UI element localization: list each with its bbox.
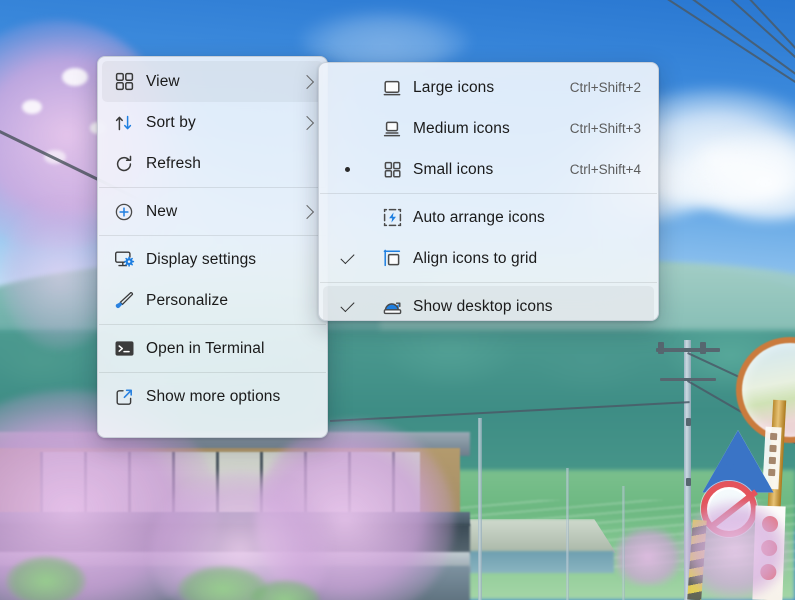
chevron-right-icon xyxy=(300,74,314,88)
grid-icon xyxy=(102,61,146,102)
mark-slot xyxy=(323,67,371,108)
submenu-item-small-icons[interactable]: Small icons Ctrl+Shift+4 xyxy=(323,149,654,190)
submenu-item-auto-arrange-icons[interactable]: Auto arrange icons xyxy=(323,197,654,238)
submenu-separator xyxy=(320,282,657,283)
paintbrush-icon xyxy=(102,280,146,321)
submenu-item-label: Medium icons xyxy=(413,120,510,138)
menu-item-label: Display settings xyxy=(146,251,256,269)
utility-pole xyxy=(478,418,482,600)
mark-slot xyxy=(323,197,371,238)
menu-item-open-in-terminal[interactable]: Open in Terminal xyxy=(102,328,323,369)
menu-item-new[interactable]: New xyxy=(102,191,323,232)
submenu-separator xyxy=(320,193,657,194)
chevron-right-icon xyxy=(300,204,314,218)
menu-item-personalize[interactable]: Personalize xyxy=(102,280,323,321)
menu-item-label: Show more options xyxy=(146,388,280,406)
menu-item-label: Refresh xyxy=(146,155,201,173)
menu-separator xyxy=(99,187,326,188)
menu-item-label: Open in Terminal xyxy=(146,340,265,358)
submenu-item-label: Align icons to grid xyxy=(413,250,537,268)
pole-crossarm xyxy=(700,342,706,354)
shortcut-label: Ctrl+Shift+2 xyxy=(570,80,641,95)
submenu-item-label: Large icons xyxy=(413,79,494,97)
desktop-context-menu[interactable]: View Sort by Refresh xyxy=(97,56,328,438)
menu-item-label: Personalize xyxy=(146,292,228,310)
petal xyxy=(22,100,42,114)
shortcut-label: Ctrl+Shift+4 xyxy=(570,162,641,177)
menu-item-label: View xyxy=(146,73,180,91)
auto-arrange-icon xyxy=(371,197,413,238)
medium-icon-view-icon xyxy=(371,108,413,149)
cherry-blossom-cluster xyxy=(680,500,790,600)
desktop-screen: View Sort by Refresh xyxy=(0,0,795,600)
small-icon-view-icon xyxy=(371,149,413,190)
pole-insulator xyxy=(686,418,691,426)
submenu-item-medium-icons[interactable]: Medium icons Ctrl+Shift+3 xyxy=(323,108,654,149)
display-settings-icon xyxy=(102,239,146,280)
submenu-item-show-desktop-icons[interactable]: Show desktop icons xyxy=(323,286,654,321)
plus-circle-icon xyxy=(102,191,146,232)
submenu-item-align-icons-to-grid[interactable]: Align icons to grid xyxy=(323,238,654,279)
menu-item-show-more-options[interactable]: Show more options xyxy=(102,376,323,417)
petal xyxy=(62,68,88,86)
chevron-right-icon xyxy=(300,115,314,129)
align-grid-icon xyxy=(371,238,413,279)
show-more-options-icon xyxy=(102,376,146,417)
selected-bullet-icon xyxy=(323,149,371,190)
utility-pole xyxy=(622,486,625,600)
menu-separator xyxy=(99,372,326,373)
menu-item-label: Sort by xyxy=(146,114,196,132)
submenu-item-label: Show desktop icons xyxy=(413,298,553,316)
view-submenu[interactable]: Large icons Ctrl+Shift+2 Medium icons Ct… xyxy=(318,62,659,321)
check-icon xyxy=(323,286,371,321)
submenu-item-label: Auto arrange icons xyxy=(413,209,545,227)
menu-item-label: New xyxy=(146,203,177,221)
menu-item-sort-by[interactable]: Sort by xyxy=(102,102,323,143)
submenu-item-large-icons[interactable]: Large icons Ctrl+Shift+2 xyxy=(323,67,654,108)
refresh-icon xyxy=(102,143,146,184)
mark-slot xyxy=(323,108,371,149)
shrub xyxy=(6,556,86,600)
pole-insulator xyxy=(686,478,691,486)
show-desktop-icons-icon xyxy=(371,286,413,321)
check-icon xyxy=(323,238,371,279)
menu-item-view[interactable]: View xyxy=(102,61,323,102)
terminal-icon xyxy=(102,328,146,369)
menu-separator xyxy=(99,324,326,325)
pole-crossarm xyxy=(658,342,664,354)
sort-icon xyxy=(102,102,146,143)
utility-pole xyxy=(566,468,569,600)
menu-item-display-settings[interactable]: Display settings xyxy=(102,239,323,280)
shortcut-label: Ctrl+Shift+3 xyxy=(570,121,641,136)
submenu-item-label: Small icons xyxy=(413,161,493,179)
large-icon-view-icon xyxy=(371,67,413,108)
menu-item-refresh[interactable]: Refresh xyxy=(102,143,323,184)
menu-separator xyxy=(99,235,326,236)
